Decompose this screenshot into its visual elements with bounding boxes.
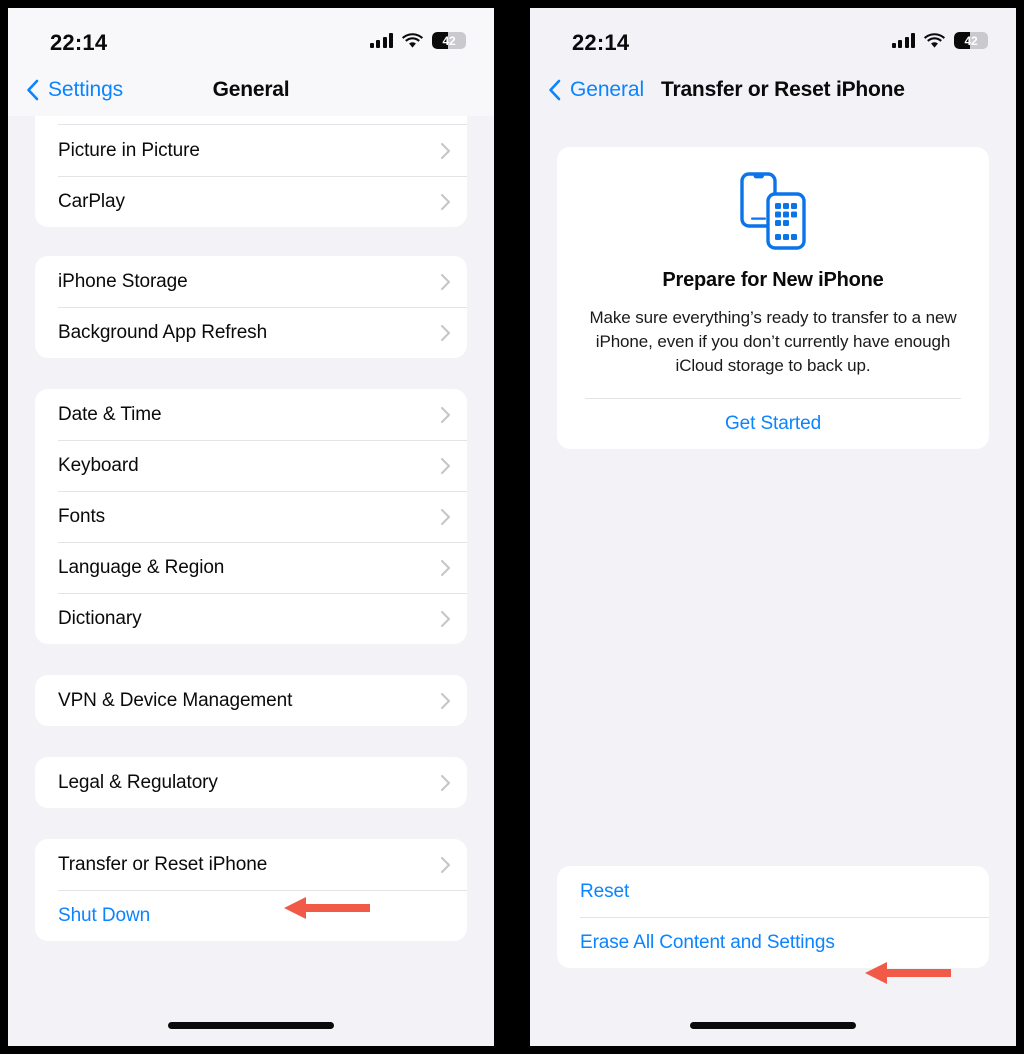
wifi-icon bbox=[924, 33, 945, 48]
wifi-icon bbox=[402, 33, 423, 48]
back-button-general[interactable]: General bbox=[548, 78, 644, 102]
list-item-label: Dictionary bbox=[58, 607, 142, 629]
chevron-right-icon bbox=[440, 457, 451, 474]
prepare-for-new-iphone-card: Prepare for New iPhone Make sure everyth… bbox=[557, 147, 989, 450]
two-iphones-transfer-icon bbox=[740, 172, 806, 250]
prepare-card-description: Make sure everything’s ready to transfer… bbox=[589, 308, 957, 376]
reset-options-section: Reset Erase All Content and Settings bbox=[530, 866, 1016, 968]
get-started-button[interactable]: Get Started bbox=[557, 398, 989, 449]
chevron-right-icon bbox=[440, 774, 451, 791]
home-indicator bbox=[168, 1022, 334, 1029]
list-item-label: VPN & Device Management bbox=[58, 689, 293, 711]
chevron-right-icon bbox=[440, 610, 451, 627]
settings-list-left[interactable]: Picture in Picture CarPlay iPhone Storag… bbox=[8, 116, 494, 1046]
phone-screenshot-right: 22:14 42 General Transfer or Reset iPhon… bbox=[530, 8, 1016, 1046]
settings-group: Picture in Picture CarPlay bbox=[35, 125, 467, 227]
settings-group: Legal & Regulatory bbox=[35, 757, 467, 808]
settings-group: Transfer or Reset iPhone Shut Down bbox=[35, 839, 467, 941]
list-item-vpn-and-device-management[interactable]: VPN & Device Management bbox=[35, 675, 467, 726]
chevron-right-icon bbox=[440, 193, 451, 210]
home-indicator bbox=[690, 1022, 856, 1029]
list-item-label: Transfer or Reset iPhone bbox=[58, 853, 268, 875]
nav-bar-left: Settings General bbox=[8, 64, 494, 116]
list-item-label: Erase All Content and Settings bbox=[580, 931, 835, 953]
chevron-right-icon bbox=[440, 856, 451, 873]
status-time: 22:14 bbox=[572, 30, 630, 55]
cellular-bars-icon bbox=[369, 33, 393, 48]
list-item-legal-and-regulatory[interactable]: Legal & Regulatory bbox=[35, 757, 467, 808]
list-item-picture-in-picture[interactable]: Picture in Picture bbox=[35, 125, 467, 176]
chevron-right-icon bbox=[440, 508, 451, 525]
list-item-label: Background App Refresh bbox=[58, 321, 268, 343]
status-icons: 42 bbox=[891, 32, 988, 49]
list-item-language-and-region[interactable]: Language & Region bbox=[35, 542, 467, 593]
chevron-right-icon bbox=[440, 559, 451, 576]
settings-group: VPN & Device Management bbox=[35, 675, 467, 726]
list-item-iphone-storage[interactable]: iPhone Storage bbox=[35, 256, 467, 307]
prepare-card-title: Prepare for New iPhone bbox=[662, 269, 884, 291]
list-item-label: Shut Down bbox=[58, 904, 151, 926]
back-button-settings[interactable]: Settings bbox=[26, 78, 123, 102]
list-item-carplay[interactable]: CarPlay bbox=[35, 176, 467, 227]
list-item-label: Date & Time bbox=[58, 403, 162, 425]
list-item-label: Language & Region bbox=[58, 556, 225, 578]
status-bar-left: 22:14 42 bbox=[8, 8, 494, 64]
status-bar-right: 22:14 42 bbox=[530, 8, 1016, 64]
list-item-label: iPhone Storage bbox=[58, 270, 188, 292]
list-item-transfer-or-reset-iphone[interactable]: Transfer or Reset iPhone bbox=[35, 839, 467, 890]
chevron-left-icon bbox=[549, 79, 561, 101]
back-button-label: Settings bbox=[48, 78, 124, 101]
battery-level-label: 42 bbox=[442, 33, 456, 48]
list-item-dictionary[interactable]: Dictionary bbox=[35, 593, 467, 644]
battery-icon: 42 bbox=[954, 32, 988, 49]
chevron-left-icon bbox=[27, 79, 39, 101]
list-item-label: Fonts bbox=[58, 505, 106, 527]
list-item-label: CarPlay bbox=[58, 190, 125, 212]
list-item-erase-all-content-and-settings[interactable]: Erase All Content and Settings bbox=[557, 917, 989, 968]
phone-screenshot-left: 22:14 42 Settings General Picture in Pic… bbox=[8, 8, 494, 1046]
chevron-right-icon bbox=[440, 692, 451, 709]
nav-bar-right: General Transfer or Reset iPhone bbox=[530, 64, 1016, 116]
list-item-label: Reset bbox=[580, 880, 630, 902]
cellular-bars-icon bbox=[891, 33, 915, 48]
battery-level-label: 42 bbox=[964, 33, 978, 48]
list-item-label: Picture in Picture bbox=[58, 139, 200, 161]
settings-group: Date & Time Keyboard Fonts Language & Re… bbox=[35, 389, 467, 644]
list-item-shut-down[interactable]: Shut Down bbox=[35, 890, 467, 941]
status-icons: 42 bbox=[369, 32, 466, 49]
settings-group: iPhone Storage Background App Refresh bbox=[35, 256, 467, 358]
transfer-or-reset-content: Prepare for New iPhone Make sure everyth… bbox=[530, 116, 1016, 1046]
chevron-right-icon bbox=[440, 142, 451, 159]
settings-group: Reset Erase All Content and Settings bbox=[557, 866, 989, 968]
list-item-keyboard[interactable]: Keyboard bbox=[35, 440, 467, 491]
list-item-fonts[interactable]: Fonts bbox=[35, 491, 467, 542]
chevron-right-icon bbox=[440, 324, 451, 341]
list-item-background-app-refresh[interactable]: Background App Refresh bbox=[35, 307, 467, 358]
clipped-row-above bbox=[35, 116, 467, 125]
list-item-reset[interactable]: Reset bbox=[557, 866, 989, 917]
list-item-label: Keyboard bbox=[58, 454, 139, 476]
list-item-date-and-time[interactable]: Date & Time bbox=[35, 389, 467, 440]
chevron-right-icon bbox=[440, 273, 451, 290]
list-item-label: Legal & Regulatory bbox=[58, 771, 218, 793]
battery-icon: 42 bbox=[432, 32, 466, 49]
page-title: Transfer or Reset iPhone bbox=[661, 78, 905, 101]
back-button-label: General bbox=[570, 78, 645, 101]
status-time: 22:14 bbox=[50, 30, 108, 55]
chevron-right-icon bbox=[440, 406, 451, 423]
